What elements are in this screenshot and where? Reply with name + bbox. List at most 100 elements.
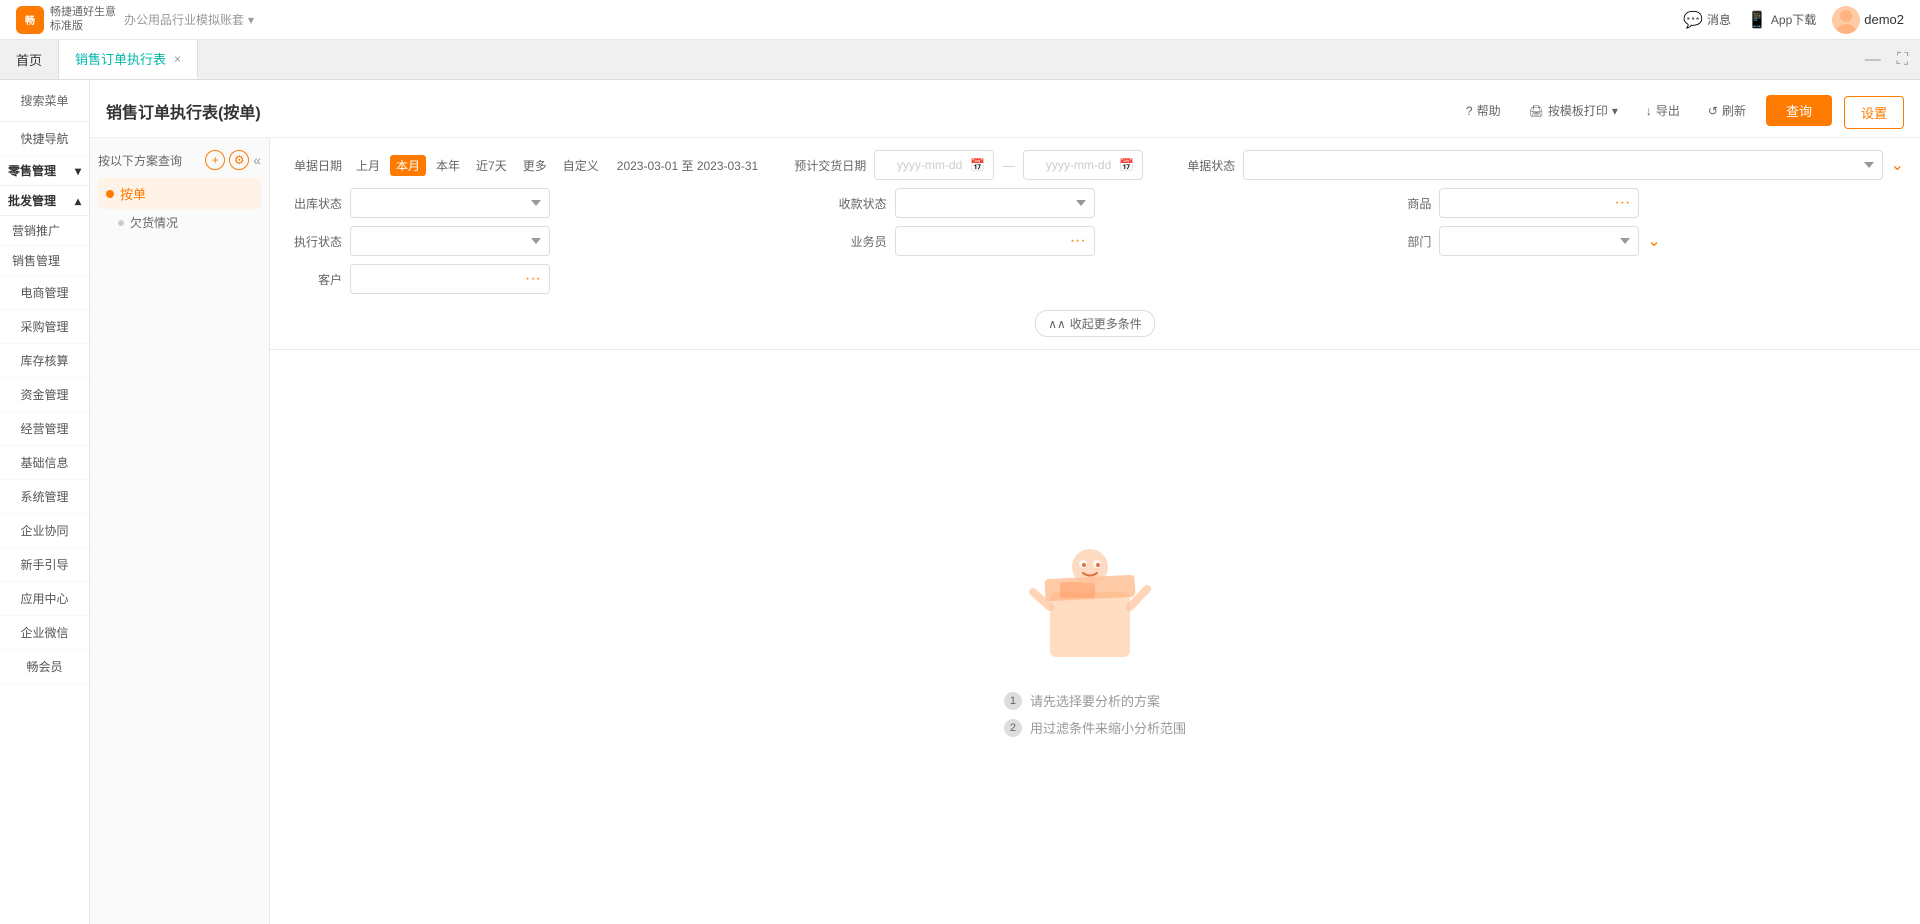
sidebar: 搜索菜单 快捷导航 零售管理 ▾ 批发管理 ▴ 营销推广 销售管理 电商管理 采… — [0, 80, 90, 924]
filter-exec-group: 执行状态 — [286, 226, 815, 256]
dept-label: 部门 — [1375, 233, 1431, 250]
customer-dots-icon[interactable]: ··· — [525, 270, 541, 288]
salesperson-input[interactable]: ··· — [895, 226, 1095, 256]
status-expand-icon[interactable]: ⌄ — [1891, 155, 1904, 175]
main-area: 搜索菜单 快捷导航 零售管理 ▾ 批发管理 ▴ 营销推广 销售管理 电商管理 采… — [0, 80, 1920, 924]
app-download-button[interactable]: 📱 App下载 — [1747, 10, 1816, 30]
customer-label: 客户 — [286, 271, 342, 288]
print-button[interactable]: 🖨 按模板打印 ▾ — [1521, 98, 1626, 123]
scheme-item-shortage[interactable]: 欠货情况 — [98, 209, 261, 236]
status-select[interactable] — [1243, 150, 1882, 180]
content-area: 销售订单执行表(按单) ? 帮助 🖨 按模板打印 ▾ ↓ 导出 — [90, 80, 1920, 924]
scheme-dot-icon — [106, 190, 114, 198]
date-tab-thisyear[interactable]: 本年 — [430, 155, 466, 176]
tab-close-icon[interactable]: × — [174, 52, 181, 66]
predicted-date-start-input[interactable]: yyyy-mm-dd 📅 — [874, 150, 994, 180]
goods-dots-icon[interactable]: ··· — [1614, 194, 1630, 212]
date-tab-custom[interactable]: 自定义 — [557, 155, 605, 176]
tab-minimize-icon[interactable]: — — [1861, 47, 1885, 73]
scheme-add-button[interactable]: + — [205, 150, 225, 170]
exec-status-select[interactable] — [350, 226, 550, 256]
tab-home[interactable]: 首页 — [0, 40, 59, 79]
tab-active[interactable]: 销售订单执行表 × — [59, 40, 198, 79]
filter-status-group: 单据状态 ⌄ — [1179, 150, 1904, 180]
date-tab-7days[interactable]: 近7天 — [470, 155, 513, 176]
scheme-collapse-button[interactable]: « — [253, 152, 261, 168]
date-range-text: 2023-03-01 至 2023-03-31 — [617, 157, 758, 174]
breadcrumb[interactable]: 办公用品行业模拟账套 ▾ — [124, 11, 254, 28]
sidebar-item-inventory[interactable]: 库存核算 — [0, 344, 89, 378]
sidebar-item-basic[interactable]: 基础信息 — [0, 446, 89, 480]
status-select-wrapper — [1243, 150, 1882, 180]
sidebar-item-member[interactable]: 畅会员 — [0, 650, 89, 684]
sidebar-item-retail[interactable]: 零售管理 ▾ — [0, 156, 89, 186]
sidebar-item-finance[interactable]: 资金管理 — [0, 378, 89, 412]
empty-svg-icon — [1025, 537, 1165, 667]
user-area[interactable]: demo2 — [1832, 6, 1904, 34]
export-icon: ↓ — [1646, 104, 1652, 118]
help-icon: ? — [1466, 104, 1473, 118]
sidebar-item-apps[interactable]: 应用中心 — [0, 582, 89, 616]
collapse-up-icon: ∧∧ — [1048, 317, 1066, 331]
app-title: 畅捷通好生意 标准版 — [50, 6, 116, 32]
customer-input[interactable]: ··· — [350, 264, 550, 294]
empty-hints: 1 请先选择要分析的方案 2 用过滤条件来缩小分析范围 — [1004, 691, 1186, 737]
dept-select[interactable] — [1439, 226, 1639, 256]
sidebar-item-ecommerce[interactable]: 电商管理 — [0, 276, 89, 310]
dept-expand-icon[interactable]: ⌄ — [1647, 231, 1660, 251]
salesperson-dots-icon[interactable]: ··· — [1070, 232, 1086, 250]
ship-status-select[interactable] — [350, 188, 550, 218]
goods-input[interactable]: ··· — [1439, 188, 1639, 218]
hint-num-2: 2 — [1004, 719, 1022, 737]
sidebar-item-marketing[interactable]: 营销推广 — [0, 216, 89, 246]
scheme-settings-button[interactable]: ⚙ — [229, 150, 249, 170]
collapse-more-button[interactable]: ∧∧ 收起更多条件 — [1035, 310, 1155, 337]
date-tab-thismonth[interactable]: 本月 — [390, 155, 426, 176]
sidebar-item-sales[interactable]: 销售管理 — [0, 246, 89, 276]
filter-row-4: 客户 ··· — [270, 264, 1920, 302]
help-button[interactable]: ? 帮助 — [1458, 98, 1509, 123]
download-icon: 📱 — [1747, 10, 1767, 30]
sidebar-item-quicknav[interactable]: 快捷导航 — [0, 122, 89, 156]
filter-date-group: 单据日期 上月 本月 本年 近7天 更多 自定义 2023-03-01 至 20… — [286, 155, 758, 176]
filter-salesperson-group: 业务员 ··· — [831, 226, 1360, 256]
predicted-date-end-input[interactable]: yyyy-mm-dd 📅 — [1023, 150, 1143, 180]
tab-bar: 首页 销售订单执行表 × — ⛶ — [0, 40, 1920, 80]
filter-row-2: 出库状态 收款状态 — [270, 188, 1920, 226]
date-tab-more[interactable]: 更多 — [517, 155, 553, 176]
tab-bar-actions: — ⛶ — [1861, 47, 1920, 73]
filter-row-1: 单据日期 上月 本月 本年 近7天 更多 自定义 2023-03-01 至 20… — [270, 138, 1920, 188]
sidebar-item-newuser[interactable]: 新手引导 — [0, 548, 89, 582]
filter-row-3: 执行状态 业务员 ··· — [270, 226, 1920, 264]
scheme-item-order[interactable]: 按单 — [98, 178, 261, 209]
sidebar-item-wholesale[interactable]: 批发管理 ▴ — [0, 186, 89, 216]
sidebar-item-operations[interactable]: 经营管理 — [0, 412, 89, 446]
sidebar-search-area[interactable]: 搜索菜单 — [0, 80, 89, 122]
empty-state: 1 请先选择要分析的方案 2 用过滤条件来缩小分析范围 — [270, 350, 1920, 924]
export-button[interactable]: ↓ 导出 — [1638, 98, 1688, 123]
refresh-icon: ↺ — [1708, 104, 1718, 118]
receipt-status-select[interactable] — [895, 188, 1095, 218]
message-button[interactable]: 💬 消息 — [1683, 10, 1731, 30]
sidebar-item-system[interactable]: 系统管理 — [0, 480, 89, 514]
query-button[interactable]: 查询 — [1766, 95, 1832, 126]
tab-maximize-icon[interactable]: ⛶ — [1893, 47, 1912, 73]
settings-button[interactable]: 设置 — [1844, 96, 1904, 129]
calendar-icon-1: 📅 — [970, 158, 985, 172]
collapse-row: ∧∧ 收起更多条件 — [270, 302, 1920, 349]
calendar-icon-2: 📅 — [1119, 158, 1134, 172]
logo-area: 畅 畅捷通好生意 标准版 — [16, 6, 116, 34]
predicted-date-label: 预计交货日期 — [794, 157, 866, 174]
sidebar-item-wechat[interactable]: 企业微信 — [0, 616, 89, 650]
exec-status-label: 执行状态 — [286, 233, 342, 250]
sidebar-search-button[interactable]: 搜索菜单 — [6, 88, 83, 113]
filter-dept-group: 部门 ⌄ — [1375, 226, 1904, 256]
top-bar-left: 畅 畅捷通好生意 标准版 办公用品行业模拟账套 ▾ — [16, 6, 254, 34]
date-tab-lastmonth[interactable]: 上月 — [350, 155, 386, 176]
sidebar-item-purchase[interactable]: 采购管理 — [0, 310, 89, 344]
refresh-button[interactable]: ↺ 刷新 — [1700, 98, 1754, 123]
ship-status-label: 出库状态 — [286, 195, 342, 212]
sidebar-item-enterprise[interactable]: 企业协同 — [0, 514, 89, 548]
scheme-sub-dot-icon — [118, 220, 124, 226]
logo-icon: 畅 — [16, 6, 44, 34]
